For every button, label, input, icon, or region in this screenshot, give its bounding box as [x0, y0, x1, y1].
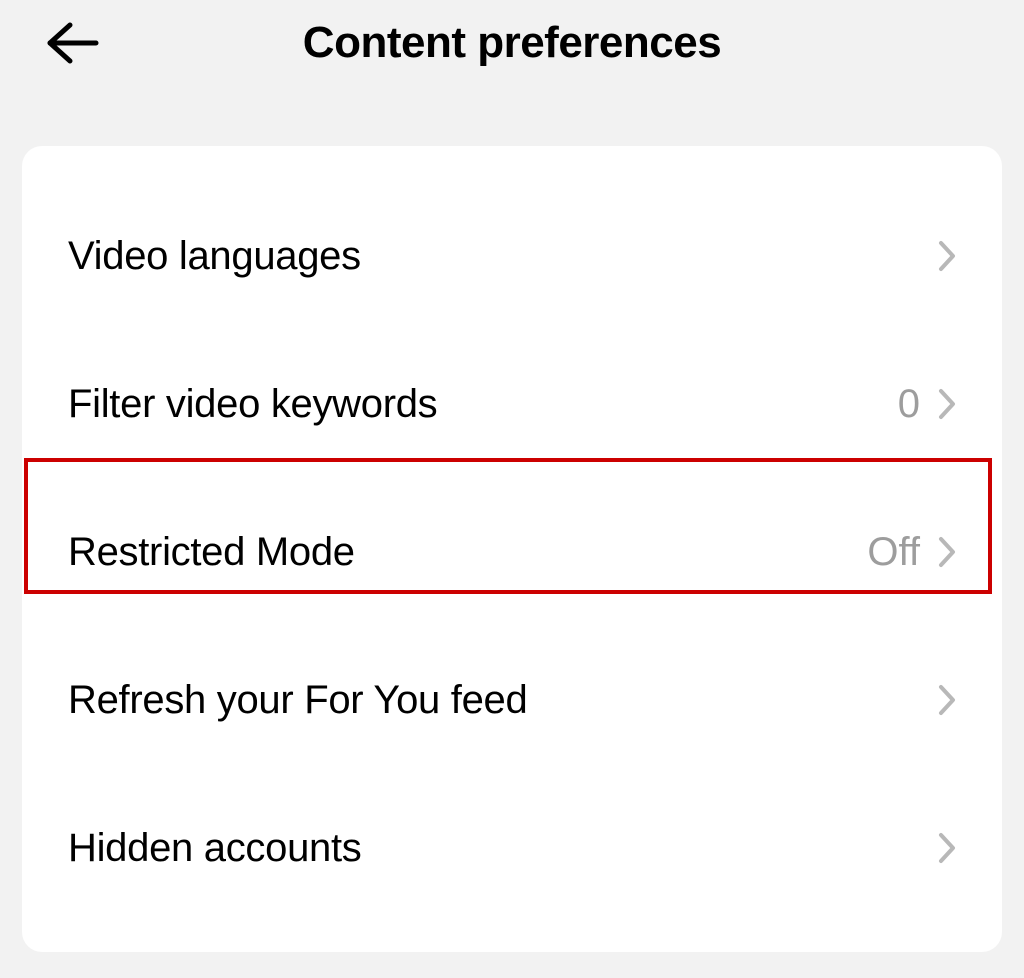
chevron-right-icon — [938, 832, 956, 864]
row-value: Off — [867, 530, 920, 575]
row-refresh-for-you-feed[interactable]: Refresh your For You feed — [22, 626, 1002, 774]
row-right: Off — [867, 530, 956, 575]
header: Content preferences — [0, 0, 1024, 116]
row-right: 0 — [898, 382, 956, 427]
chevron-right-icon — [938, 240, 956, 272]
row-label: Hidden accounts — [68, 826, 361, 871]
chevron-right-icon — [938, 388, 956, 420]
settings-card: Video languages Filter video keywords 0 … — [22, 146, 1002, 952]
back-arrow-icon — [46, 51, 100, 68]
row-right — [920, 684, 956, 716]
chevron-right-icon — [938, 684, 956, 716]
page-title: Content preferences — [40, 18, 984, 68]
row-label: Refresh your For You feed — [68, 678, 527, 723]
row-hidden-accounts[interactable]: Hidden accounts — [22, 774, 1002, 922]
chevron-right-icon — [938, 536, 956, 568]
row-label: Filter video keywords — [68, 382, 437, 427]
row-label: Restricted Mode — [68, 530, 355, 575]
row-filter-video-keywords[interactable]: Filter video keywords 0 — [22, 330, 1002, 478]
row-restricted-mode[interactable]: Restricted Mode Off — [22, 478, 1002, 626]
row-right — [920, 240, 956, 272]
row-label: Video languages — [68, 234, 361, 279]
row-value: 0 — [898, 382, 920, 427]
back-button[interactable] — [46, 22, 100, 69]
row-right — [920, 832, 956, 864]
row-video-languages[interactable]: Video languages — [22, 182, 1002, 330]
